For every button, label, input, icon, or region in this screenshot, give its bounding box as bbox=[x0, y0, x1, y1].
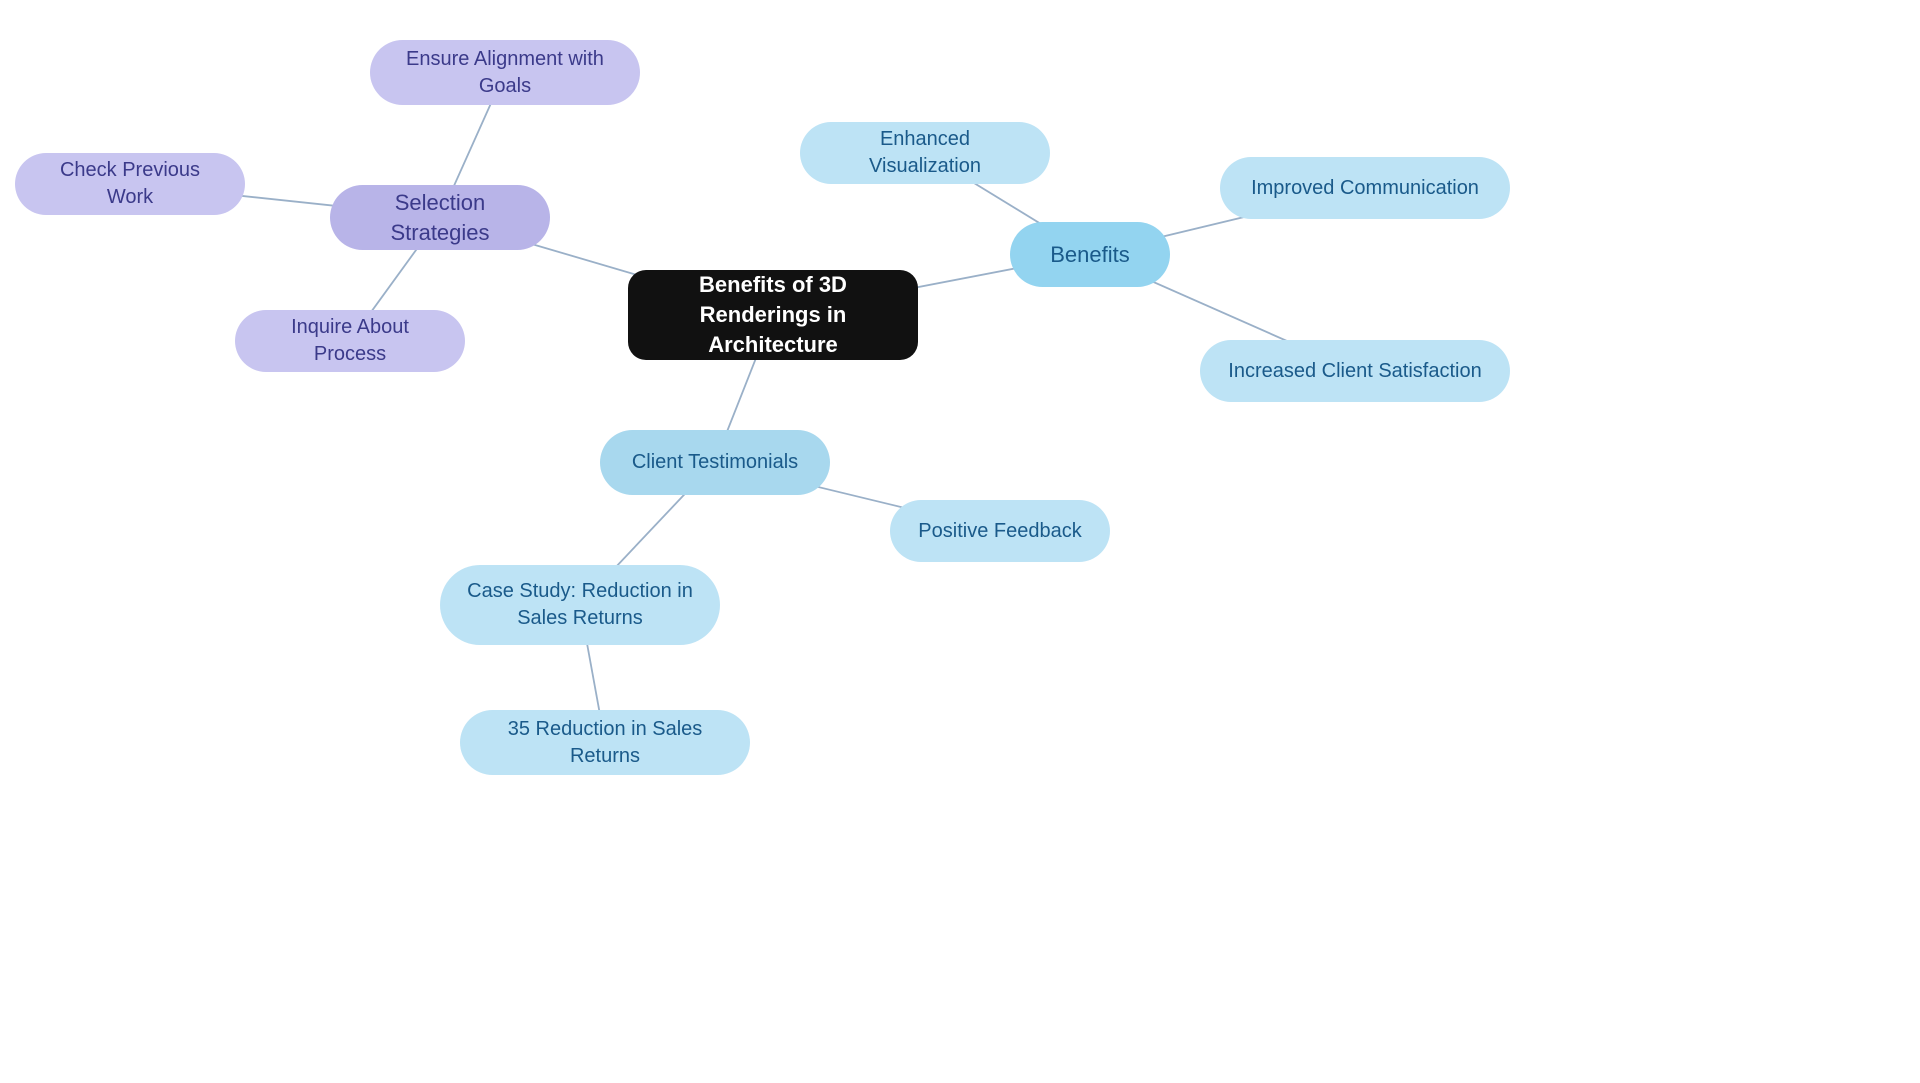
increased-client-node: Increased Client Satisfaction bbox=[1200, 340, 1510, 402]
improved-comm-node: Improved Communication bbox=[1220, 157, 1510, 219]
reduction-node: 35 Reduction in Sales Returns bbox=[460, 710, 750, 775]
inquire-process-label: Inquire About Process bbox=[257, 314, 443, 368]
ensure-alignment-node: Ensure Alignment with Goals bbox=[370, 40, 640, 105]
selection-strategies-label: Selection Strategies bbox=[352, 188, 528, 247]
check-previous-work-node: Check Previous Work bbox=[15, 153, 245, 215]
client-testimonials-label: Client Testimonials bbox=[632, 449, 798, 476]
enhanced-viz-node: Enhanced Visualization bbox=[800, 122, 1050, 184]
benefits-node: Benefits bbox=[1010, 222, 1170, 287]
benefits-label: Benefits bbox=[1050, 240, 1130, 270]
enhanced-viz-label: Enhanced Visualization bbox=[822, 126, 1028, 180]
increased-client-label: Increased Client Satisfaction bbox=[1228, 358, 1481, 385]
client-testimonials-node: Client Testimonials bbox=[600, 430, 830, 495]
center-label: Benefits of 3D Renderings in Architectur… bbox=[650, 270, 896, 359]
reduction-label: 35 Reduction in Sales Returns bbox=[482, 716, 728, 770]
case-study-label: Case Study: Reduction in Sales Returns bbox=[462, 578, 698, 632]
ensure-alignment-label: Ensure Alignment with Goals bbox=[392, 46, 618, 100]
center-node: Benefits of 3D Renderings in Architectur… bbox=[628, 270, 918, 360]
improved-comm-label: Improved Communication bbox=[1251, 175, 1479, 202]
check-previous-label: Check Previous Work bbox=[37, 157, 223, 211]
case-study-node: Case Study: Reduction in Sales Returns bbox=[440, 565, 720, 645]
positive-feedback-label: Positive Feedback bbox=[918, 518, 1081, 545]
inquire-process-node: Inquire About Process bbox=[235, 310, 465, 372]
positive-feedback-node: Positive Feedback bbox=[890, 500, 1110, 562]
selection-strategies-node: Selection Strategies bbox=[330, 185, 550, 250]
